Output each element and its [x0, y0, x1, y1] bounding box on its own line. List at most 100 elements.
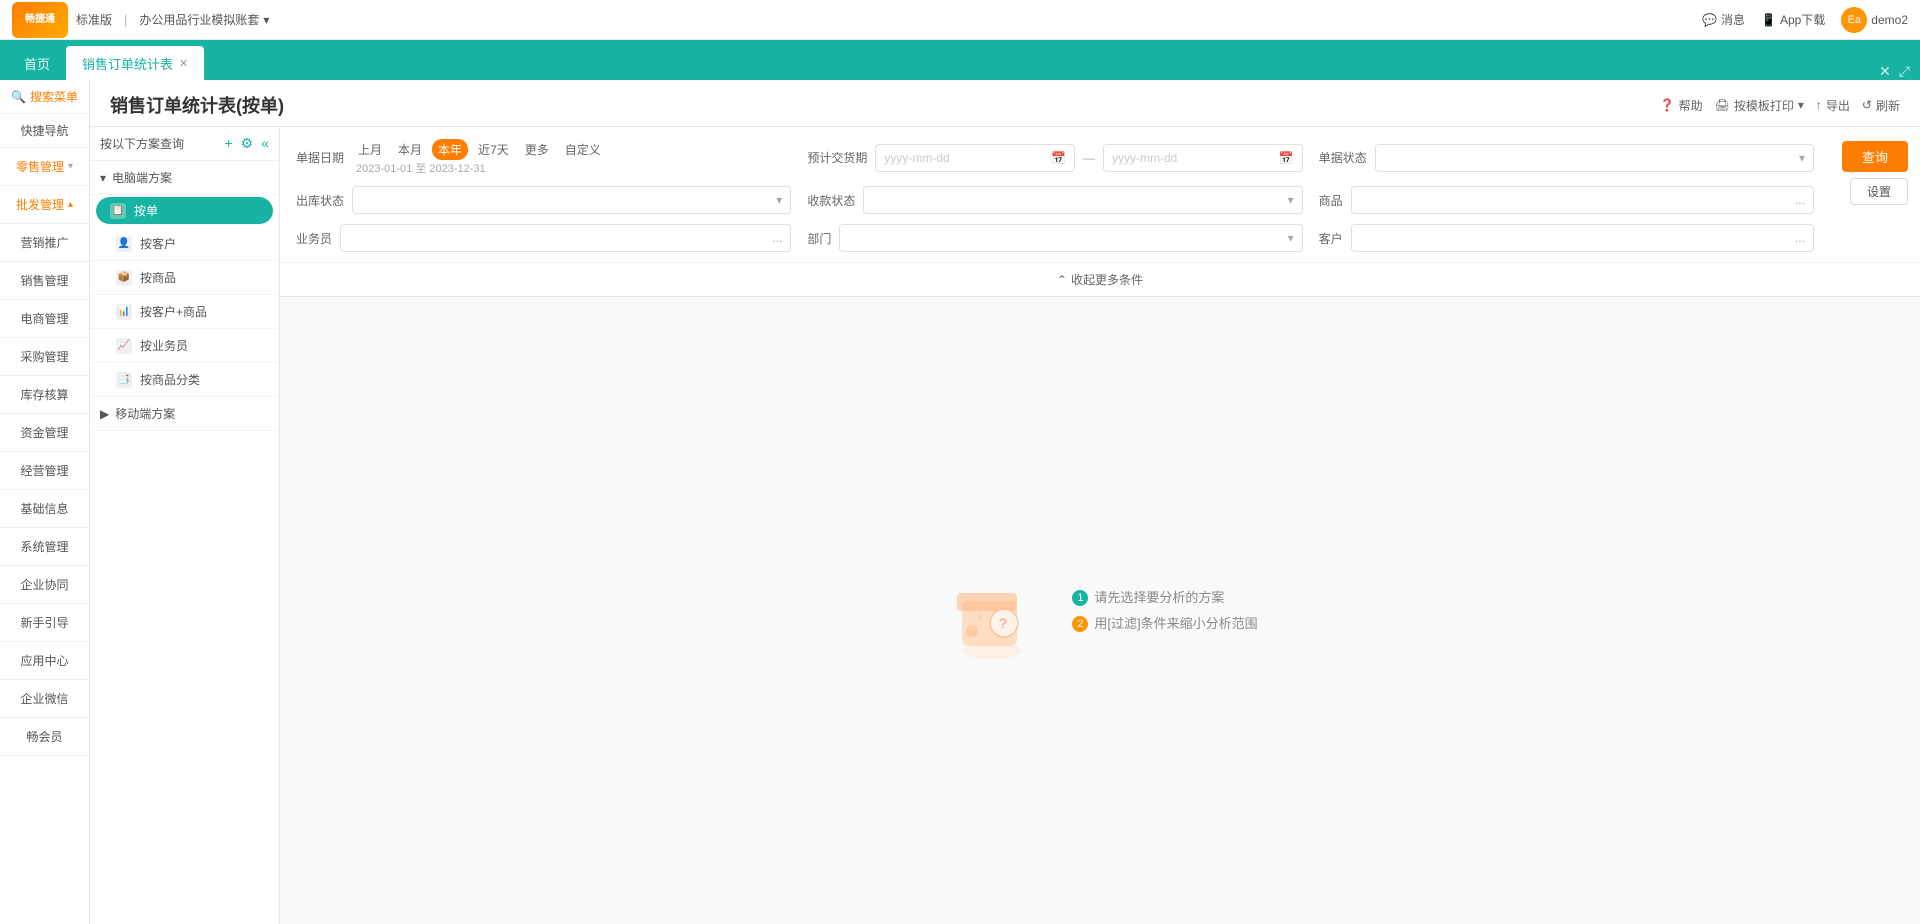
date-btn-last7[interactable]: 近7天	[472, 139, 515, 160]
scheme-mobile-toggle: ▶	[100, 407, 109, 421]
action-buttons: 查询 设置	[1830, 127, 1920, 219]
refresh-btn[interactable]: ↺ 刷新	[1862, 97, 1900, 114]
scheme-actions: + ⚙ «	[224, 135, 269, 152]
sidebar-item-finance[interactable]: 资金管理	[0, 414, 89, 452]
top-bar-left: 畅捷通 标准版 | 办公用品行业模拟账套 ▾	[12, 2, 269, 38]
win-max-icon[interactable]: ⤢	[1899, 63, 1910, 80]
user-menu[interactable]: Ea demo2	[1841, 7, 1908, 33]
filter-area: 单据日期 上月 本月 本年 近7天 更多 自定义	[280, 127, 1920, 924]
scheme-mobile-title[interactable]: ▶ 移动端方案	[90, 397, 279, 431]
product-input[interactable]: ...	[1351, 186, 1814, 214]
filter-out-status: 出库状态 ▾	[296, 186, 791, 214]
sidebar-item-corp[interactable]: 企业协同	[0, 566, 89, 604]
scheme-item-by-customer[interactable]: 👤 按客户	[90, 227, 279, 261]
sidebar-item-ecom[interactable]: 电商管理	[0, 300, 89, 338]
payment-status-select[interactable]: ▾	[863, 186, 1302, 214]
scheme-item-icon-product: 📦	[116, 270, 132, 286]
sidebar-item-base[interactable]: 基础信息	[0, 490, 89, 528]
date-btn-group: 上月 本月 本年 近7天 更多 自定义	[352, 139, 791, 160]
empty-illustration: ?	[942, 571, 1032, 651]
sidebar-item-newbie[interactable]: 新手引导	[0, 604, 89, 642]
filter-bill-date: 单据日期 上月 本月 本年 近7天 更多 自定义	[296, 139, 791, 176]
empty-state: ? 1 请先选择要分析的方案 2	[280, 297, 1920, 924]
filter-row-1: 单据日期 上月 本月 本年 近7天 更多 自定义	[296, 139, 1814, 176]
sidebar-item-wechat[interactable]: 企业微信	[0, 680, 89, 718]
sidebar-shortcut[interactable]: 快捷导航	[0, 114, 89, 148]
account-dropdown[interactable]: 办公用品行业模拟账套 ▾	[139, 11, 269, 28]
date-btn-more[interactable]: 更多	[519, 139, 555, 160]
hint-row-2: 2 用[过滤]条件来缩小分析范围	[1072, 611, 1257, 637]
scheme-item-icon-category: 📑	[116, 372, 132, 388]
scheme-collapse-icon[interactable]: «	[261, 135, 269, 152]
sidebar-item-system[interactable]: 系统管理	[0, 528, 89, 566]
sidebar-search[interactable]: 🔍 搜索菜单	[0, 80, 89, 114]
hint-num-2: 2	[1072, 616, 1088, 632]
filter-dept: 部门 ▾	[807, 224, 1302, 252]
expected-date-start-input[interactable]: yyyy-mm-dd 📅	[875, 144, 1075, 172]
nav-tabs: 首页 销售订单统计表 ✕ ✕ ⤢	[0, 40, 1920, 80]
date-btn-custom[interactable]: 自定义	[559, 139, 607, 160]
customer-input[interactable]: ...	[1351, 224, 1814, 252]
scheme-panel-header: 按以下方案查询 + ⚙ «	[90, 127, 279, 161]
bill-status-select[interactable]: ▾	[1375, 144, 1814, 172]
collapse-row[interactable]: ⌃ 收起更多条件	[280, 262, 1920, 296]
sidebar-item-ops[interactable]: 经营管理	[0, 452, 89, 490]
expected-date-end-input[interactable]: yyyy-mm-dd 📅	[1103, 144, 1303, 172]
calendar-start-icon: 📅	[1051, 151, 1066, 165]
out-status-select[interactable]: ▾	[352, 186, 791, 214]
page-title: 销售订单统计表(按单)	[110, 92, 284, 118]
hint-row-1: 1 请先选择要分析的方案	[1072, 585, 1257, 611]
dept-dropdown-icon: ▾	[1288, 231, 1294, 245]
filter-staff: 业务员 ...	[296, 224, 791, 252]
scheme-add-icon[interactable]: +	[224, 135, 232, 152]
tab-close-icon[interactable]: ✕	[179, 57, 188, 70]
date-btn-this-month[interactable]: 本月	[392, 139, 428, 160]
sidebar-item-purchase[interactable]: 采购管理	[0, 338, 89, 376]
scheme-item-by-category[interactable]: 📑 按商品分类	[90, 363, 279, 397]
tab-sales-stats[interactable]: 销售订单统计表 ✕	[66, 46, 204, 80]
scheme-item-by-cust-prod[interactable]: 📊 按客户+商品	[90, 295, 279, 329]
sidebar-item-apps[interactable]: 应用中心	[0, 642, 89, 680]
scheme-item-icon-customer: 👤	[116, 236, 132, 252]
scheme-item-icon-cust-prod: 📊	[116, 304, 132, 320]
content-area: 销售订单统计表(按单) ❓ 帮助 🖨 按模板打印 ▾ ↑ 导出 ↺ 刷新	[90, 80, 1920, 924]
dept-select[interactable]: ▾	[839, 224, 1302, 252]
filter-expected-date: 预计交货期 yyyy-mm-dd 📅 — yyyy-mm-dd 📅	[807, 139, 1302, 176]
scheme-item-by-staff[interactable]: 📈 按业务员	[90, 329, 279, 363]
filter-row-3: 业务员 ... 部门 ▾	[296, 224, 1814, 252]
filter-row-2: 出库状态 ▾ 收款状态	[296, 186, 1814, 214]
filter-payment-status: 收款状态 ▾	[807, 186, 1302, 214]
date-btn-last-month[interactable]: 上月	[352, 139, 388, 160]
payment-status-dropdown-icon: ▾	[1288, 193, 1294, 207]
sidebar: 🔍 搜索菜单 快捷导航 零售管理 ▾ 批发管理 ▴ 营销推广 销售管理 电商管理…	[0, 80, 90, 924]
filter-customer: 客户 ...	[1319, 224, 1814, 252]
sidebar-item-member[interactable]: 畅会员	[0, 718, 89, 756]
message-btn[interactable]: 💬 消息	[1702, 11, 1745, 28]
app-logo: 畅捷通	[12, 2, 68, 38]
export-btn[interactable]: ↑ 导出	[1816, 97, 1850, 114]
app-download-btn[interactable]: 📱 App下载	[1761, 11, 1825, 28]
scheme-item-by-order[interactable]: 📋 按单	[96, 197, 273, 225]
sidebar-item-inventory[interactable]: 库存核算	[0, 376, 89, 414]
win-close-icon[interactable]: ✕	[1879, 63, 1891, 80]
help-btn[interactable]: ❓ 帮助	[1660, 97, 1703, 114]
print-btn[interactable]: 🖨 按模板打印 ▾	[1715, 97, 1804, 114]
staff-input[interactable]: ...	[340, 224, 791, 252]
tab-home[interactable]: 首页	[8, 46, 66, 80]
bill-status-dropdown-icon: ▾	[1799, 151, 1805, 165]
sidebar-item-marketing[interactable]: 营销推广	[0, 224, 89, 262]
top-bar: 畅捷通 标准版 | 办公用品行业模拟账套 ▾ 💬 消息 📱 App下载 Ea d…	[0, 0, 1920, 40]
setting-button[interactable]: 设置	[1850, 178, 1908, 205]
empty-hints: 1 请先选择要分析的方案 2 用[过滤]条件来缩小分析范围	[1072, 585, 1257, 637]
page-header: 销售订单统计表(按单) ❓ 帮助 🖨 按模板打印 ▾ ↑ 导出 ↺ 刷新	[90, 80, 1920, 127]
date-btn-this-year[interactable]: 本年	[432, 139, 468, 160]
hint-num-1: 1	[1072, 590, 1088, 606]
sidebar-item-sales[interactable]: 销售管理	[0, 262, 89, 300]
main-layout: 🔍 搜索菜单 快捷导航 零售管理 ▾ 批发管理 ▴ 营销推广 销售管理 电商管理…	[0, 80, 1920, 924]
query-button[interactable]: 查询	[1842, 141, 1908, 172]
scheme-desktop-title[interactable]: ▾ 电脑端方案	[90, 161, 279, 195]
sidebar-item-retail[interactable]: 零售管理 ▾	[0, 148, 89, 186]
scheme-edit-icon[interactable]: ⚙	[241, 135, 254, 152]
sidebar-item-wholesale[interactable]: 批发管理 ▴	[0, 186, 89, 224]
scheme-item-by-product[interactable]: 📦 按商品	[90, 261, 279, 295]
